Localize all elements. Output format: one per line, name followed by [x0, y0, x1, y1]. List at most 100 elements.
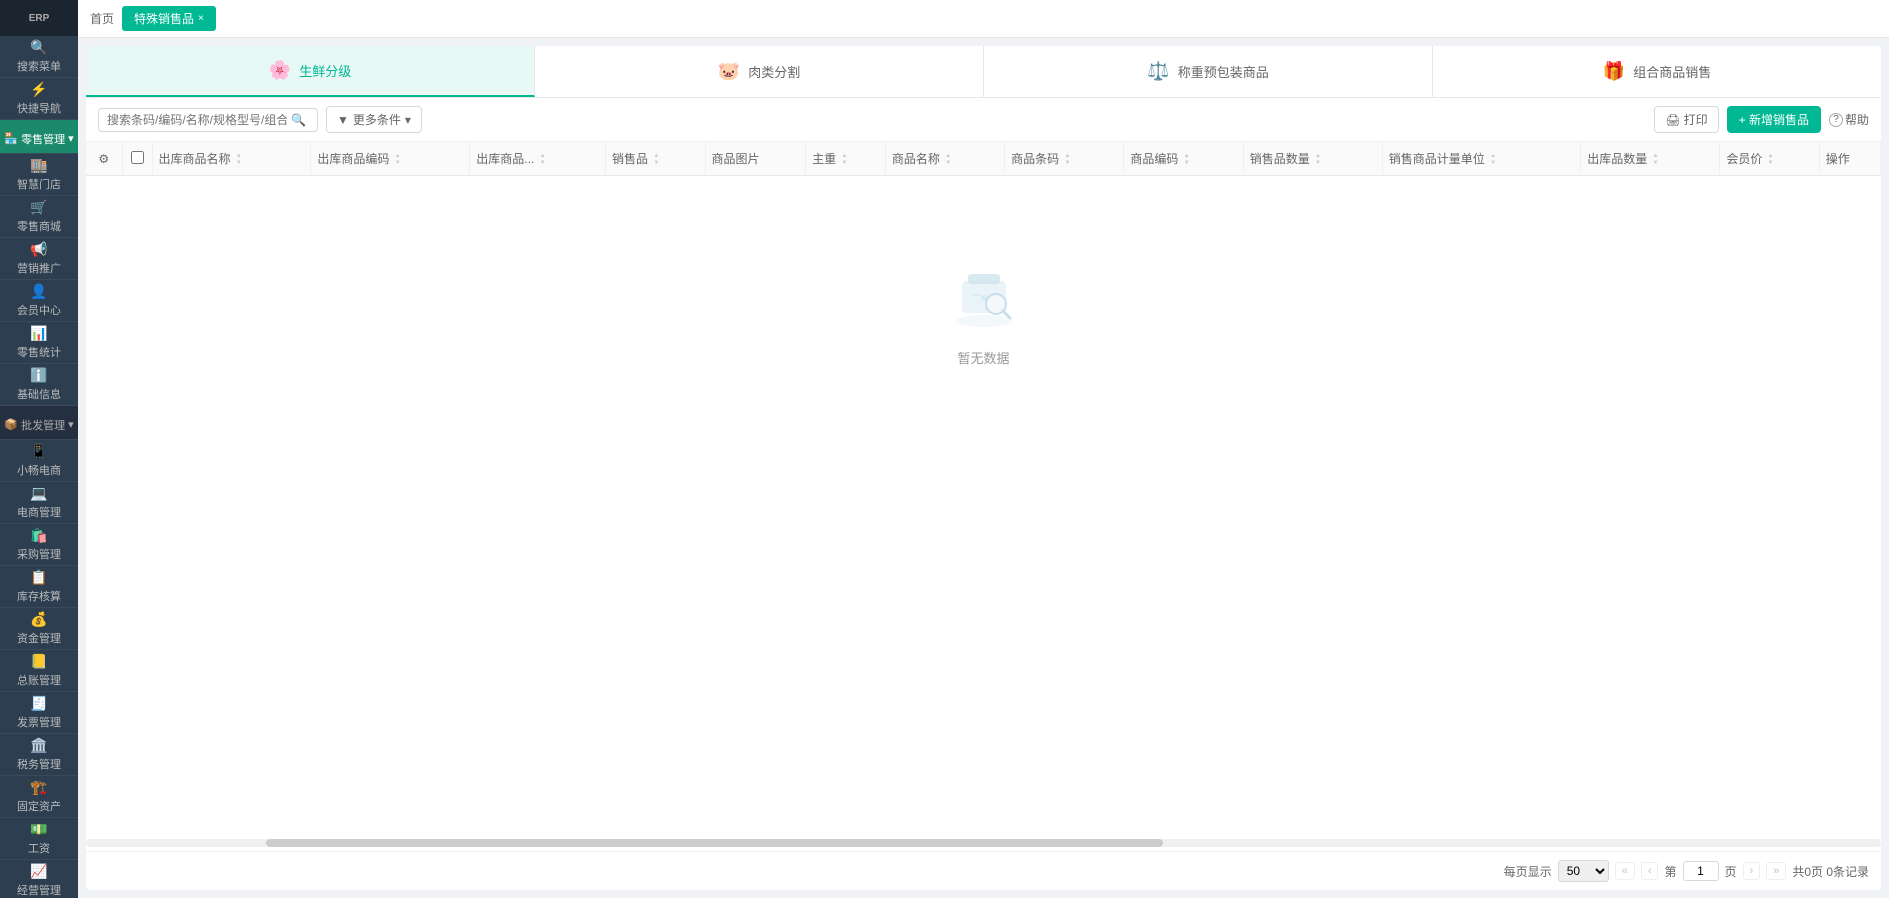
th-sale-qty-label: 销售品数量 — [1250, 152, 1310, 166]
wage-icon: 💵 — [30, 821, 47, 838]
next-page-button[interactable]: › — [1743, 862, 1761, 880]
sidebar-item-marketing[interactable]: 📢 营销推广 — [0, 238, 78, 280]
tab-fresh-label: 生鲜分级 — [299, 61, 351, 80]
pagination: 每页显示 50 10 20 100 « ‹ 第 页 › » 共0页 0条记录 — [86, 851, 1881, 890]
sidebar-item-basicinfo[interactable]: ℹ️ 基础信息 — [0, 364, 78, 406]
th-sale-item-label: 销售品 — [612, 152, 648, 166]
prev-page-button[interactable]: ‹ — [1641, 862, 1659, 880]
th-settings[interactable]: ⚙ — [86, 142, 122, 176]
sidebar-item-search[interactable]: 🔍 搜索菜单 — [0, 36, 78, 78]
new-btn-label: + 新增销售品 — [1739, 111, 1809, 128]
last-page-button[interactable]: » — [1766, 862, 1786, 880]
sidebar-item-miniapp[interactable]: 📱 小畅电商 — [0, 440, 78, 482]
tab-weighed-label: 称重预包装商品 — [1178, 62, 1269, 81]
meat-icon: 🐷 — [718, 61, 740, 82]
sidebar-item-label: 采购管理 — [17, 546, 61, 562]
filter-button[interactable]: ▼ 更多条件 ▾ — [326, 106, 422, 133]
th-outlet-spec[interactable]: 出库商品... ▲▼ — [470, 142, 606, 176]
construction-icon: 🏗️ — [30, 779, 47, 796]
select-all-checkbox[interactable] — [131, 151, 144, 164]
horizontal-scrollbar[interactable] — [86, 839, 1881, 847]
sidebar-item-label: 发票管理 — [17, 714, 61, 730]
th-sale-unit[interactable]: 销售商品计量单位 ▲▼ — [1382, 142, 1580, 176]
scale-icon: ⚖️ — [1147, 61, 1169, 82]
sort-icon: ▲▼ — [1653, 153, 1659, 167]
sidebar-item-retail[interactable]: 🏪 零售管理 ▾ — [0, 120, 78, 154]
category-tabs: 🌸 生鲜分级 🐷 肉类分割 ⚖️ 称重预包装商品 🎁 组合商品销售 — [86, 46, 1881, 98]
th-sale-item[interactable]: 销售品 ▲▼ — [606, 142, 705, 176]
sidebar-item-general[interactable]: 📒 总账管理 — [0, 650, 78, 692]
tab-fresh[interactable]: 🌸 生鲜分级 — [86, 46, 535, 97]
sidebar-item-label: 库存核算 — [17, 588, 61, 604]
sidebar-item-retailmall[interactable]: 🛒 零售商城 — [0, 196, 78, 238]
th-product-code[interactable]: 商品编码 ▲▼ — [1124, 142, 1243, 176]
help-button[interactable]: ? 帮助 — [1829, 111, 1869, 128]
th-outlet-name[interactable]: 出库商品名称 ▲▼ — [152, 142, 311, 176]
sidebar-item-assets[interactable]: 🏗️ 固定资产 — [0, 776, 78, 818]
sidebar-item-label: 固定资产 — [17, 798, 61, 814]
sidebar-item-tax[interactable]: 🏛️ 税务管理 — [0, 734, 78, 776]
sidebar-item-purchase[interactable]: 🛍️ 采购管理 — [0, 524, 78, 566]
th-member-price-label: 会员价 — [1726, 152, 1762, 166]
tab-meat[interactable]: 🐷 肉类分割 — [535, 46, 984, 97]
th-outlet-code[interactable]: 出库商品编码 ▲▼ — [311, 142, 470, 176]
sort-icon: ▲▼ — [945, 153, 951, 167]
logo-text: ERP — [29, 13, 50, 24]
sidebar-item-retailstats[interactable]: 📊 零售统计 — [0, 322, 78, 364]
home-link[interactable]: 首页 — [90, 10, 114, 27]
mobile-icon: 📱 — [30, 443, 47, 460]
sidebar: ERP 🔍 搜索菜单 ⚡ 快捷导航 🏪 零售管理 ▾ 🏬 智慧门店 🛒 零售商城… — [0, 0, 78, 898]
first-page-button[interactable]: « — [1615, 862, 1635, 880]
th-outlet-code-label: 出库商品编码 — [317, 152, 389, 166]
sidebar-item-wages[interactable]: 💵 工资 — [0, 818, 78, 860]
tab-combo[interactable]: 🎁 组合商品销售 — [1433, 46, 1881, 97]
new-product-button[interactable]: + 新增销售品 — [1727, 106, 1821, 133]
th-checkbox[interactable] — [122, 142, 152, 176]
sidebar-item-members[interactable]: 👤 会员中心 — [0, 280, 78, 322]
th-outlet-qty[interactable]: 出库品数量 ▲▼ — [1581, 142, 1720, 176]
th-outlet-qty-label: 出库品数量 — [1587, 152, 1647, 166]
page-size-select[interactable]: 50 10 20 100 — [1558, 860, 1609, 882]
sort-icon: ▲▼ — [842, 153, 848, 167]
sidebar-item-quicknav[interactable]: ⚡ 快捷导航 — [0, 78, 78, 120]
search-icon: 🔍 — [30, 39, 47, 56]
help-label: 帮助 — [1845, 111, 1869, 128]
table-header-row: ⚙ 出库商品名称 ▲▼ 出库商品编码 ▲▼ — [86, 142, 1881, 176]
sidebar-item-inventory[interactable]: 📋 库存核算 — [0, 566, 78, 608]
chevron-down-icon: ▾ — [68, 132, 74, 145]
scrollbar-thumb[interactable] — [266, 839, 1164, 847]
sidebar-item-bizmanage[interactable]: 📈 经营管理 — [0, 860, 78, 898]
table-container: ⚙ 出库商品名称 ▲▼ 出库商品编码 ▲▼ — [86, 142, 1881, 839]
sidebar-item-wholesale[interactable]: 📦 批发管理 ▾ — [0, 406, 78, 440]
close-tab-button[interactable]: × — [198, 13, 204, 24]
tab-meat-label: 肉类分割 — [748, 62, 800, 81]
th-product-name-label: 商品名称 — [892, 152, 940, 166]
th-product-name[interactable]: 商品名称 ▲▼ — [885, 142, 1004, 176]
sidebar-item-label: 会员中心 — [17, 302, 61, 318]
main-content: 首页 特殊销售品 × 🌸 生鲜分级 🐷 肉类分割 ⚖️ 称重预包装商品 🎁 组合… — [78, 0, 1889, 898]
clipboard-icon: 📋 — [30, 569, 47, 586]
page-number-input[interactable] — [1683, 861, 1719, 881]
sidebar-item-label: 批发管理 — [21, 417, 65, 433]
th-member-price[interactable]: 会员价 ▲▼ — [1720, 142, 1819, 176]
sidebar-item-invoice[interactable]: 🧾 发票管理 — [0, 692, 78, 734]
sidebar-item-finance[interactable]: 💰 资金管理 — [0, 608, 78, 650]
sidebar-item-label: 零售商城 — [17, 218, 61, 234]
lightning-icon: ⚡ — [30, 81, 47, 98]
active-tab[interactable]: 特殊销售品 × — [122, 6, 216, 31]
sidebar-item-smartstore[interactable]: 🏬 智慧门店 — [0, 154, 78, 196]
search-box[interactable]: 🔍 — [98, 108, 318, 132]
sidebar-item-ecommerce[interactable]: 💻 电商管理 — [0, 482, 78, 524]
shop-icon: 🏬 — [30, 157, 47, 174]
th-barcode[interactable]: 商品条码 ▲▼ — [1005, 142, 1124, 176]
th-sale-qty[interactable]: 销售品数量 ▲▼ — [1243, 142, 1382, 176]
search-input[interactable] — [107, 113, 287, 127]
search-icon: 🔍 — [291, 113, 306, 127]
sidebar-item-label: 搜索菜单 — [17, 58, 61, 74]
th-settings-icon: ⚙ — [98, 152, 109, 166]
th-weight[interactable]: 主重 ▲▼ — [806, 142, 886, 176]
print-button[interactable]: 🖨 打印 — [1654, 106, 1718, 133]
ledger-icon: 📒 — [30, 653, 47, 670]
tab-weighed[interactable]: ⚖️ 称重预包装商品 — [984, 46, 1433, 97]
printer-icon: 🖨 — [1665, 113, 1680, 127]
